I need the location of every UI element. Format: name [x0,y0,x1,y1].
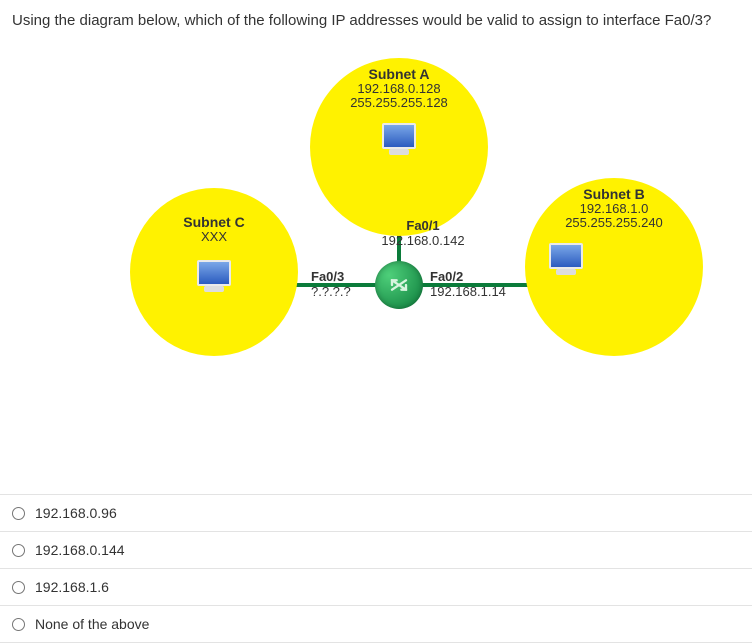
question-text: Using the diagram below, which of the fo… [0,0,752,33]
computer-icon [549,243,583,269]
subnet-c-net: XXX [201,230,227,245]
iface-fa02-name: Fa0/2 [430,269,540,285]
answer-option-c[interactable]: 192.168.1.6 [0,568,752,605]
computer-icon [197,260,231,286]
answer-option-b[interactable]: 192.168.0.144 [0,531,752,568]
radio-a[interactable] [12,507,25,520]
subnet-a-mask: 255.255.255.128 [350,96,448,111]
router-arrows-icon [385,271,413,299]
iface-fa03-ip: ?.?.?.? [311,284,373,300]
iface-fa03-name: Fa0/3 [311,269,373,285]
network-diagram: Subnet A 192.168.0.128 255.255.255.128 S… [0,33,752,433]
subnet-b-title: Subnet B [583,186,644,202]
iface-fa02: Fa0/2 192.168.1.14 [430,269,540,300]
computer-icon [382,123,416,149]
router-icon [375,261,423,309]
subnet-b-mask: 255.255.255.240 [565,216,663,231]
answer-c-label: 192.168.1.6 [35,579,109,595]
subnet-a-net: 192.168.0.128 [350,82,448,97]
radio-b[interactable] [12,544,25,557]
radio-d[interactable] [12,618,25,631]
iface-fa01-ip: 192.168.0.142 [368,233,478,249]
radio-c[interactable] [12,581,25,594]
subnet-b: Subnet B 192.168.1.0 255.255.255.240 [525,178,703,356]
subnet-a-title: Subnet A [369,66,430,82]
answer-list: 192.168.0.96 192.168.0.144 192.168.1.6 N… [0,494,752,643]
subnet-c-title: Subnet C [183,214,244,230]
subnet-a: Subnet A 192.168.0.128 255.255.255.128 [310,58,488,236]
answer-option-a[interactable]: 192.168.0.96 [0,494,752,531]
iface-fa02-ip: 192.168.1.14 [430,284,540,300]
answer-d-label: None of the above [35,616,149,632]
answer-option-d[interactable]: None of the above [0,605,752,643]
iface-fa01-name: Fa0/1 [368,218,478,234]
subnet-c: Subnet C XXX [130,188,298,356]
subnet-b-net: 192.168.1.0 [565,202,663,217]
iface-fa01: Fa0/1 192.168.0.142 [368,218,478,249]
iface-fa03: Fa0/3 ?.?.?.? [311,269,373,300]
answer-a-label: 192.168.0.96 [35,505,117,521]
answer-b-label: 192.168.0.144 [35,542,125,558]
